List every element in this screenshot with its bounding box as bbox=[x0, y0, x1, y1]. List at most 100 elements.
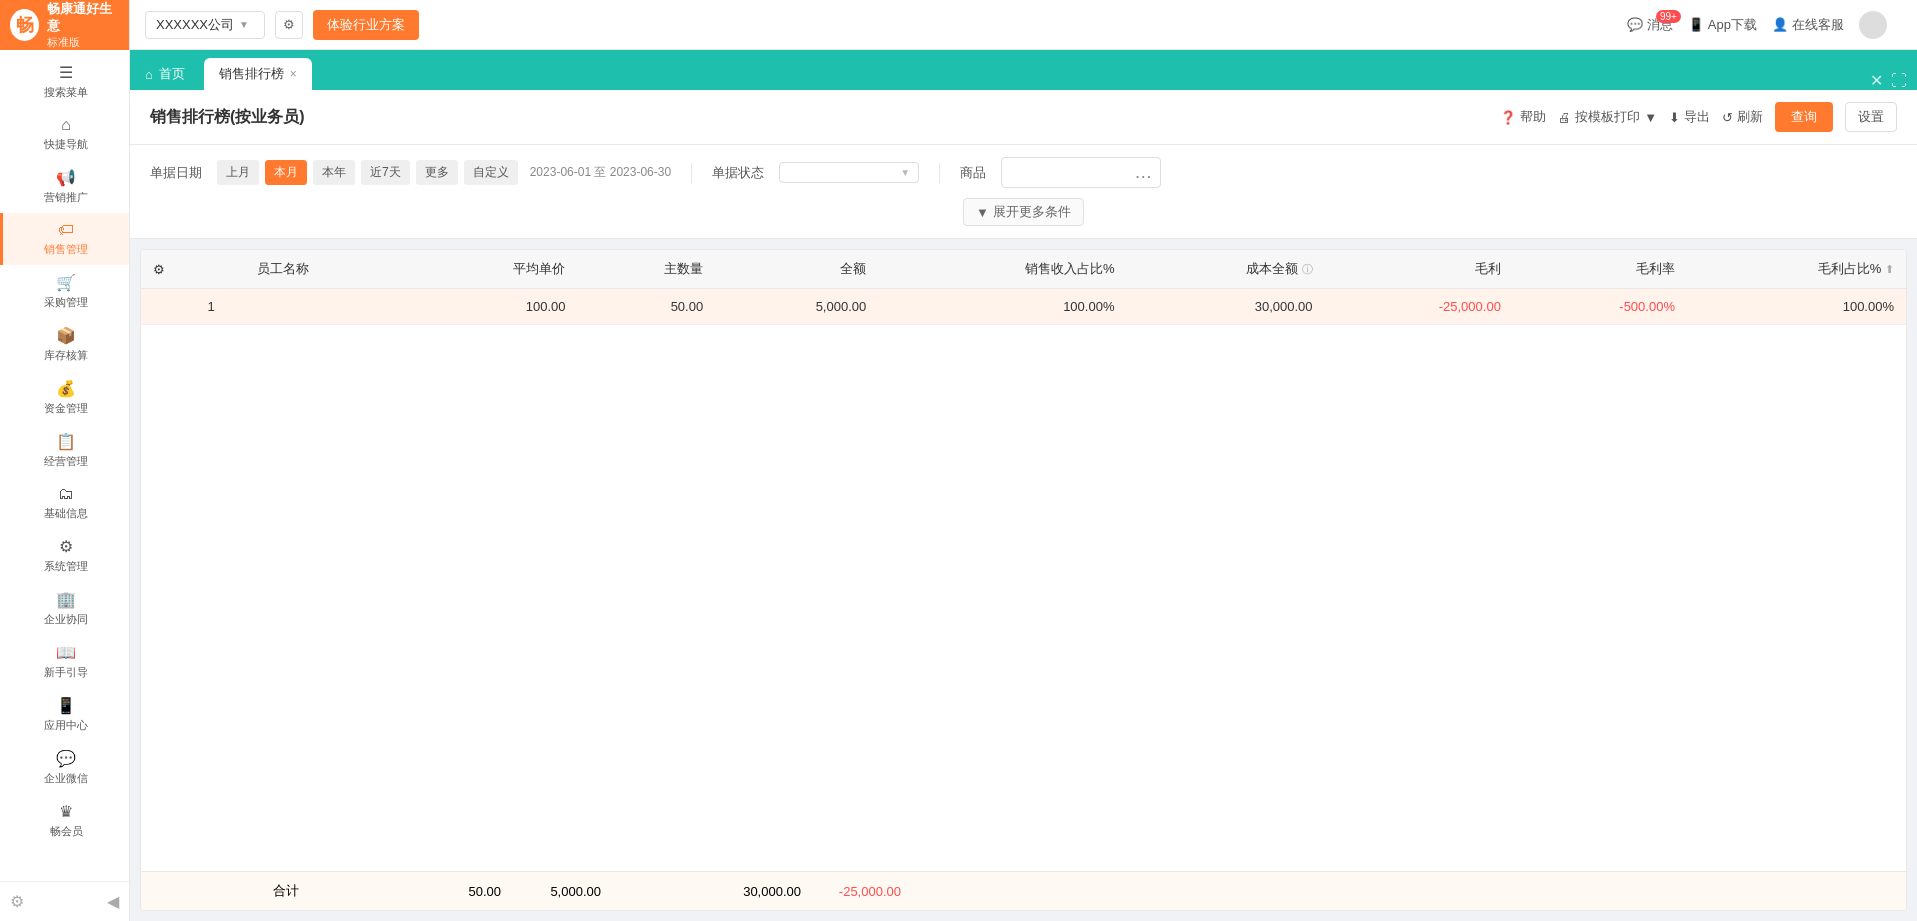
quick-nav-icon: ⌂ bbox=[61, 116, 71, 134]
th-name: 员工名称 bbox=[245, 250, 411, 289]
sidebar-item-app-center[interactable]: 📱 应用中心 bbox=[0, 688, 129, 741]
date-filter-group: 上月 本月 本年 近7天 更多 自定义 2023-06-01 至 2023-06… bbox=[217, 160, 671, 185]
tab-close-icon[interactable]: × bbox=[290, 67, 297, 81]
company-name: XXXXXX公司 bbox=[156, 16, 234, 34]
app-center-label: 应用中心 bbox=[44, 718, 88, 733]
help-btn[interactable]: ❓ 帮助 bbox=[1500, 108, 1546, 126]
sidebar-item-system[interactable]: ⚙ 系统管理 bbox=[0, 529, 129, 582]
table-body: 1 100.00 50.00 5,000.00 100.00% 30,000.0… bbox=[141, 289, 1906, 325]
sidebar-item-member[interactable]: ♛ 畅会员 bbox=[0, 794, 129, 847]
refresh-icon: ↺ bbox=[1722, 110, 1733, 125]
finance-icon: 💰 bbox=[56, 379, 76, 398]
column-settings-icon[interactable]: ⚙ bbox=[153, 262, 165, 277]
th-qty: 主数量 bbox=[577, 250, 715, 289]
guide-label: 新手引导 bbox=[44, 665, 88, 680]
sales-label: 销售管理 bbox=[44, 242, 88, 257]
sidebar-nav: ☰ 搜索菜单 ⌂ 快捷导航 📢 营销推广 🏷 销售管理 🛒 采购管理 📦 库存核… bbox=[0, 50, 129, 881]
td-rank: 1 bbox=[177, 289, 245, 325]
cost-help-icon[interactable]: ⓘ bbox=[1302, 263, 1313, 275]
trial-button[interactable]: 体验行业方案 bbox=[313, 10, 419, 40]
td-gross-rate: -500.00% bbox=[1513, 289, 1687, 325]
page-title: 销售排行榜(按业务员) bbox=[150, 107, 305, 128]
company-select[interactable]: XXXXXX公司 ▼ bbox=[145, 11, 265, 39]
settings-button[interactable]: 设置 bbox=[1845, 102, 1897, 132]
sidebar-item-sales[interactable]: 🏷 销售管理 bbox=[0, 213, 129, 265]
date-label: 单据日期 bbox=[150, 164, 202, 182]
sidebar-item-collab[interactable]: 🏢 企业协同 bbox=[0, 582, 129, 635]
settings-footer-icon[interactable]: ⚙ bbox=[10, 892, 24, 911]
finance-label: 资金管理 bbox=[44, 401, 88, 416]
date-btn-this-year[interactable]: 本年 bbox=[313, 160, 355, 185]
sidebar-item-quick-nav[interactable]: ⌂ 快捷导航 bbox=[0, 108, 129, 160]
footer-gross: -25,000.00 bbox=[813, 884, 913, 899]
message-badge: 99+ bbox=[1656, 10, 1681, 23]
td-cost: 30,000.00 bbox=[1126, 289, 1324, 325]
status-select[interactable]: ▼ bbox=[779, 162, 919, 183]
query-button[interactable]: 查询 bbox=[1775, 102, 1833, 132]
wechat-label: 企业微信 bbox=[44, 771, 88, 786]
tab-close-window-icon[interactable]: ✕ bbox=[1870, 71, 1883, 90]
date-btn-custom[interactable]: 自定义 bbox=[464, 160, 518, 185]
online-service-btn[interactable]: 👤 在线客服 bbox=[1772, 16, 1844, 34]
logo-text: 畅康通好生意 标准版 bbox=[47, 1, 119, 49]
date-btn-this-month[interactable]: 本月 bbox=[265, 160, 307, 185]
operations-icon: 📋 bbox=[56, 432, 76, 451]
sidebar-footer: ⚙ ◀ bbox=[0, 881, 129, 921]
sidebar-item-wechat[interactable]: 💬 企业微信 bbox=[0, 741, 129, 794]
filter-row: 单据日期 上月 本月 本年 近7天 更多 自定义 2023-06-01 至 20… bbox=[150, 157, 1897, 188]
date-btn-last-month[interactable]: 上月 bbox=[217, 160, 259, 185]
sidebar-item-guide[interactable]: 📖 新手引导 bbox=[0, 635, 129, 688]
search-order-label: 搜索菜单 bbox=[44, 85, 88, 100]
tab-home[interactable]: ⌂ 首页 bbox=[130, 58, 200, 90]
help-icon: ❓ bbox=[1500, 110, 1516, 125]
app-download-btn[interactable]: 📱 App下载 bbox=[1688, 16, 1757, 34]
tab-bar: ⌂ 首页 销售排行榜 × ✕ ⛶ bbox=[130, 50, 1917, 90]
wechat-icon: 💬 bbox=[56, 749, 76, 768]
date-btn-more[interactable]: 更多 bbox=[416, 160, 458, 185]
th-avg-price: 平均单价 bbox=[411, 250, 577, 289]
member-label: 畅会员 bbox=[50, 824, 83, 839]
th-cost: 成本全额 ⓘ bbox=[1126, 250, 1324, 289]
print-btn[interactable]: 🖨 按模板打印 ▼ bbox=[1558, 108, 1657, 126]
table-footer: 合计 50.00 5,000.00 30,000.00 -25,000.00 bbox=[141, 871, 1906, 910]
sidebar-item-search-order[interactable]: ☰ 搜索菜单 bbox=[0, 55, 129, 108]
export-icon: ⬇ bbox=[1669, 110, 1680, 125]
member-icon: ♛ bbox=[59, 802, 73, 821]
sales-icon: 🏷 bbox=[58, 221, 74, 239]
expand-btn[interactable]: ▼ 展开更多条件 bbox=[963, 198, 1084, 226]
td-gross-pct: 100.00% bbox=[1687, 289, 1906, 325]
logo-icon: 畅 bbox=[10, 9, 39, 41]
sidebar-item-operations[interactable]: 📋 经营管理 bbox=[0, 424, 129, 477]
expand-icon: ▼ bbox=[976, 205, 989, 220]
page-content: 销售排行榜(按业务员) ❓ 帮助 🖨 按模板打印 ▼ ⬇ 导出 ↺ 刷新 bbox=[130, 90, 1917, 921]
company-settings-btn[interactable]: ⚙ bbox=[275, 11, 303, 39]
base-info-icon: 🗂 bbox=[58, 485, 74, 503]
date-btn-7days[interactable]: 近7天 bbox=[361, 160, 410, 185]
sidebar-item-inventory[interactable]: 📦 库存核算 bbox=[0, 318, 129, 371]
app-label: App下载 bbox=[1708, 16, 1757, 34]
goods-input[interactable]: … bbox=[1001, 157, 1161, 188]
status-arrow-icon: ▼ bbox=[900, 167, 910, 178]
goods-more-icon[interactable]: … bbox=[1134, 162, 1152, 183]
sidebar-item-finance[interactable]: 💰 资金管理 bbox=[0, 371, 129, 424]
footer-label-text: 合计 bbox=[273, 882, 333, 900]
sidebar-item-purchase[interactable]: 🛒 采购管理 bbox=[0, 265, 129, 318]
td-qty: 50.00 bbox=[577, 289, 715, 325]
gross-pct-sort-icon[interactable]: ⬆ bbox=[1885, 263, 1894, 275]
tab-active-label: 销售排行榜 bbox=[219, 65, 284, 83]
refresh-btn[interactable]: ↺ 刷新 bbox=[1722, 108, 1763, 126]
tab-expand-icon[interactable]: ⛶ bbox=[1891, 72, 1907, 90]
avatar[interactable] bbox=[1859, 11, 1887, 39]
tab-sales-ranking[interactable]: 销售排行榜 × bbox=[204, 58, 312, 90]
td-amount: 5,000.00 bbox=[715, 289, 878, 325]
sidebar-item-base-info[interactable]: 🗂 基础信息 bbox=[0, 477, 129, 529]
message-btn[interactable]: 💬 消息 99+ bbox=[1627, 16, 1673, 34]
export-btn[interactable]: ⬇ 导出 bbox=[1669, 108, 1710, 126]
th-gross-pct: 毛利占比% ⬆ bbox=[1687, 250, 1906, 289]
sidebar-item-marketing[interactable]: 📢 营销推广 bbox=[0, 160, 129, 213]
collapse-icon[interactable]: ◀ bbox=[107, 892, 119, 911]
table-area: ⚙ 员工名称 平均单价 主数量 全额 销售收入占比% 成本全额 ⓘ 毛利 毛利率 bbox=[140, 249, 1907, 911]
operations-label: 经营管理 bbox=[44, 454, 88, 469]
page-actions: ❓ 帮助 🖨 按模板打印 ▼ ⬇ 导出 ↺ 刷新 查询 设置 bbox=[1500, 102, 1897, 132]
collab-label: 企业协同 bbox=[44, 612, 88, 627]
